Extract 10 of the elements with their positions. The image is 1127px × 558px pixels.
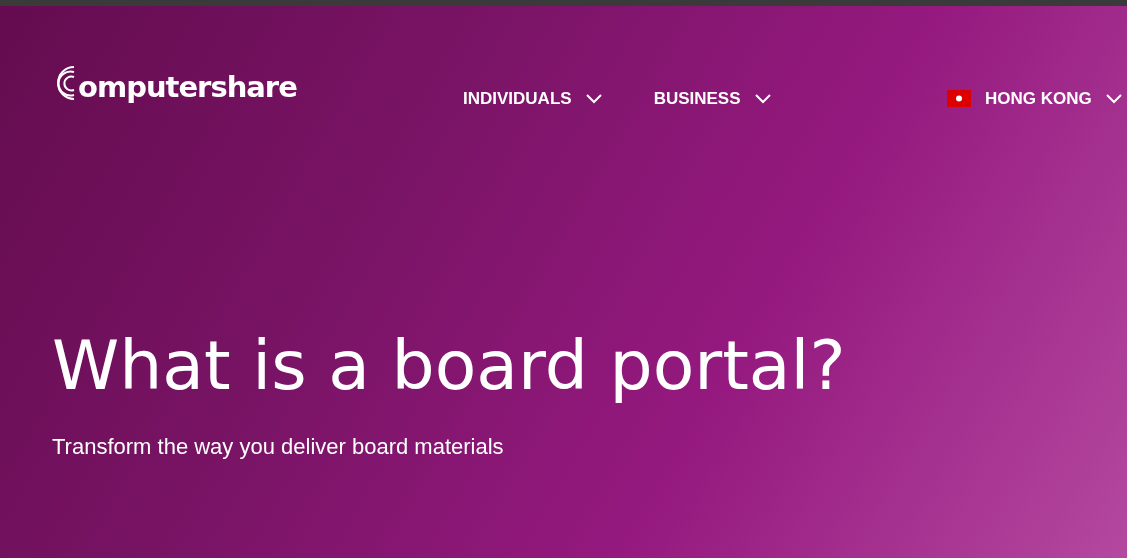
logo[interactable]: omputershare bbox=[52, 64, 463, 102]
hero-subtitle: Transform the way you deliver board materials bbox=[52, 433, 505, 461]
nav-menu[interactable]: INDIVIDUALS bbox=[463, 86, 602, 112]
region-selector[interactable]: HONG KONG bbox=[947, 86, 1122, 112]
logo-text: omputershare bbox=[78, 73, 297, 102]
nav-menu[interactable]: BUSINESS bbox=[653, 86, 771, 112]
chevron-icon bbox=[585, 93, 602, 104]
flag-icon bbox=[947, 90, 971, 108]
chevron-icon bbox=[754, 93, 771, 104]
chevron-icon bbox=[1105, 93, 1122, 104]
